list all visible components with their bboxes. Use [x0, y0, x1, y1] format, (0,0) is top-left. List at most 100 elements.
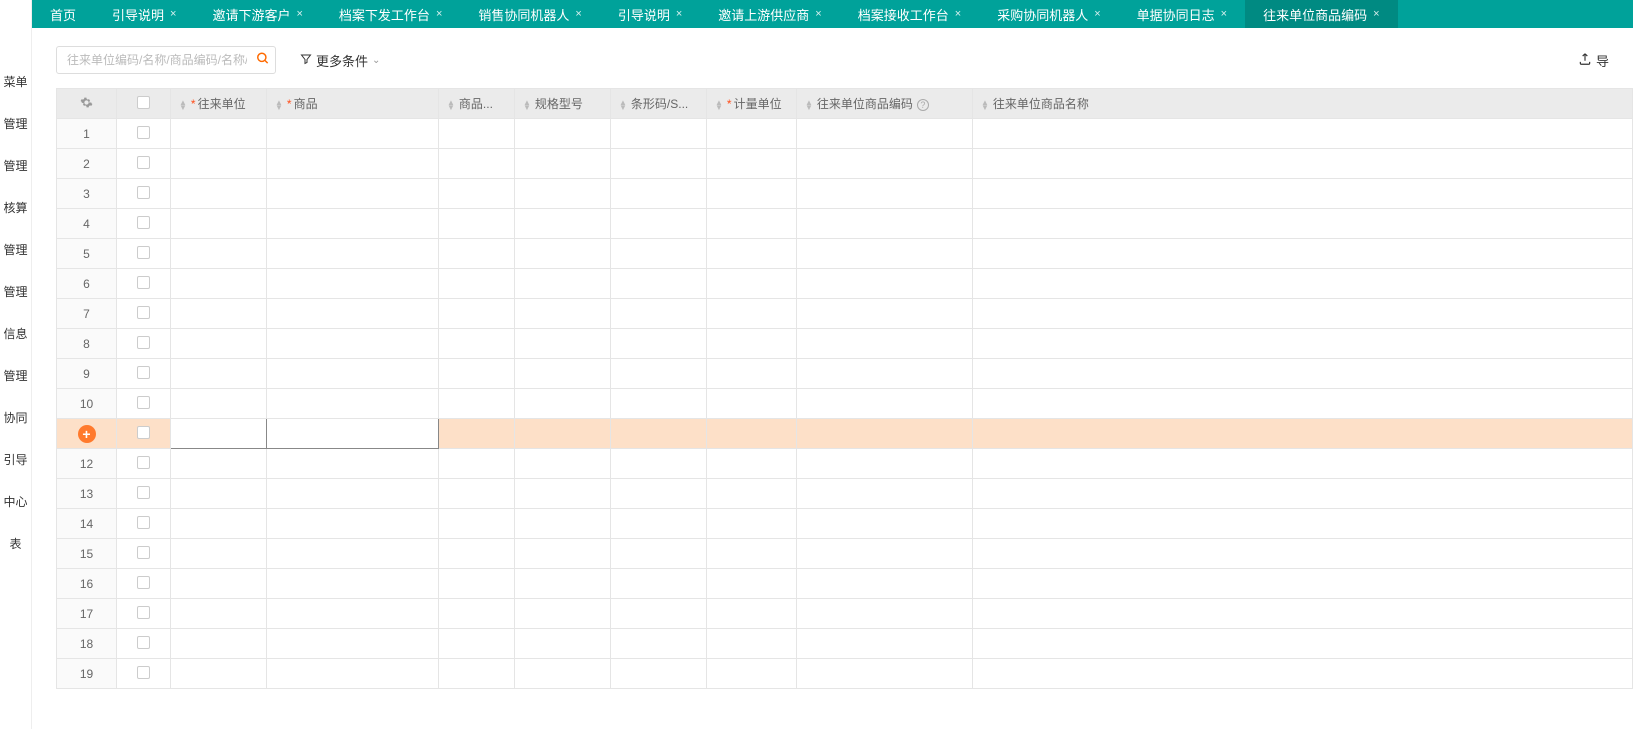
cell[interactable]	[707, 509, 797, 539]
tab-1[interactable]: 引导说明×	[94, 0, 194, 28]
cell[interactable]	[171, 359, 267, 389]
col-partner-name[interactable]: ▲▼往来单位商品名称	[973, 89, 1633, 119]
cell[interactable]	[797, 569, 973, 599]
checkbox-all[interactable]	[137, 96, 150, 109]
cell[interactable]	[973, 419, 1633, 449]
add-row-button[interactable]: +	[78, 425, 96, 443]
close-icon[interactable]: ×	[815, 8, 821, 20]
row-checkbox[interactable]	[137, 276, 150, 289]
search-icon[interactable]	[256, 52, 270, 69]
cell[interactable]	[797, 479, 973, 509]
cell[interactable]	[707, 419, 797, 449]
col-barcode[interactable]: ▲▼条形码/S...	[611, 89, 707, 119]
cell[interactable]	[171, 179, 267, 209]
cell[interactable]	[267, 179, 439, 209]
table-row[interactable]: 9	[57, 359, 1633, 389]
table-add-row[interactable]: +	[57, 419, 1633, 449]
cell[interactable]	[267, 509, 439, 539]
cell[interactable]	[171, 449, 267, 479]
cell[interactable]	[611, 329, 707, 359]
tab-8[interactable]: 采购协同机器人×	[979, 0, 1118, 28]
sidebar-item-1[interactable]: 管理	[0, 102, 31, 144]
cell[interactable]	[707, 119, 797, 149]
cell[interactable]	[439, 479, 515, 509]
help-icon[interactable]: ?	[917, 99, 929, 111]
row-checkbox[interactable]	[137, 246, 150, 259]
cell[interactable]	[267, 449, 439, 479]
tab-7[interactable]: 档案接收工作台×	[840, 0, 979, 28]
sidebar-item-10[interactable]: 中心	[0, 480, 31, 522]
tab-2[interactable]: 邀请下游客户×	[194, 0, 320, 28]
cell[interactable]	[267, 269, 439, 299]
cell[interactable]	[171, 209, 267, 239]
cell[interactable]	[267, 299, 439, 329]
row-checkbox[interactable]	[137, 486, 150, 499]
cell[interactable]	[267, 569, 439, 599]
close-icon[interactable]: ×	[676, 8, 682, 20]
cell[interactable]	[707, 599, 797, 629]
cell[interactable]	[611, 539, 707, 569]
cell[interactable]	[797, 149, 973, 179]
cell[interactable]	[439, 509, 515, 539]
cell[interactable]	[797, 299, 973, 329]
cell[interactable]	[171, 119, 267, 149]
cell[interactable]	[611, 299, 707, 329]
cell[interactable]	[515, 299, 611, 329]
cell[interactable]	[707, 299, 797, 329]
cell[interactable]	[611, 599, 707, 629]
cell[interactable]	[515, 419, 611, 449]
cell[interactable]	[439, 119, 515, 149]
cell[interactable]	[171, 659, 267, 689]
cell[interactable]	[797, 119, 973, 149]
cell[interactable]	[439, 149, 515, 179]
row-checkbox[interactable]	[137, 606, 150, 619]
table-row[interactable]: 4	[57, 209, 1633, 239]
cell[interactable]	[171, 599, 267, 629]
cell[interactable]	[611, 659, 707, 689]
cell[interactable]	[515, 119, 611, 149]
cell[interactable]	[707, 629, 797, 659]
cell[interactable]	[515, 269, 611, 299]
cell[interactable]	[439, 179, 515, 209]
cell[interactable]	[439, 359, 515, 389]
col-checkbox-all[interactable]	[117, 89, 171, 119]
cell[interactable]	[973, 209, 1633, 239]
cell[interactable]	[439, 299, 515, 329]
table-row[interactable]: 16	[57, 569, 1633, 599]
cell[interactable]	[267, 539, 439, 569]
tab-3[interactable]: 档案下发工作台×	[321, 0, 460, 28]
row-checkbox[interactable]	[137, 306, 150, 319]
cell[interactable]	[611, 209, 707, 239]
cell[interactable]	[973, 149, 1633, 179]
cell[interactable]	[797, 239, 973, 269]
cell[interactable]	[515, 149, 611, 179]
cell[interactable]	[707, 269, 797, 299]
cell[interactable]	[171, 539, 267, 569]
cell[interactable]	[611, 449, 707, 479]
table-row[interactable]: 17	[57, 599, 1633, 629]
table-row[interactable]: 1	[57, 119, 1633, 149]
cell[interactable]	[973, 479, 1633, 509]
cell[interactable]	[171, 299, 267, 329]
row-checkbox[interactable]	[137, 186, 150, 199]
col-partner-code[interactable]: ▲▼往来单位商品编码?	[797, 89, 973, 119]
table-row[interactable]: 2	[57, 149, 1633, 179]
row-checkbox[interactable]	[137, 516, 150, 529]
cell[interactable]	[797, 359, 973, 389]
cell[interactable]	[171, 419, 267, 449]
cell[interactable]	[973, 569, 1633, 599]
table-row[interactable]: 13	[57, 479, 1633, 509]
cell[interactable]	[973, 239, 1633, 269]
more-conditions-button[interactable]: 更多条件 ⌄	[300, 51, 380, 70]
row-checkbox[interactable]	[137, 216, 150, 229]
cell[interactable]	[171, 569, 267, 599]
close-icon[interactable]: ×	[1373, 8, 1379, 20]
cell[interactable]	[797, 419, 973, 449]
close-icon[interactable]: ×	[955, 8, 961, 20]
cell[interactable]	[973, 509, 1633, 539]
table-row[interactable]: 15	[57, 539, 1633, 569]
cell[interactable]	[267, 209, 439, 239]
cell[interactable]	[707, 149, 797, 179]
cell[interactable]	[797, 389, 973, 419]
cell[interactable]	[515, 659, 611, 689]
